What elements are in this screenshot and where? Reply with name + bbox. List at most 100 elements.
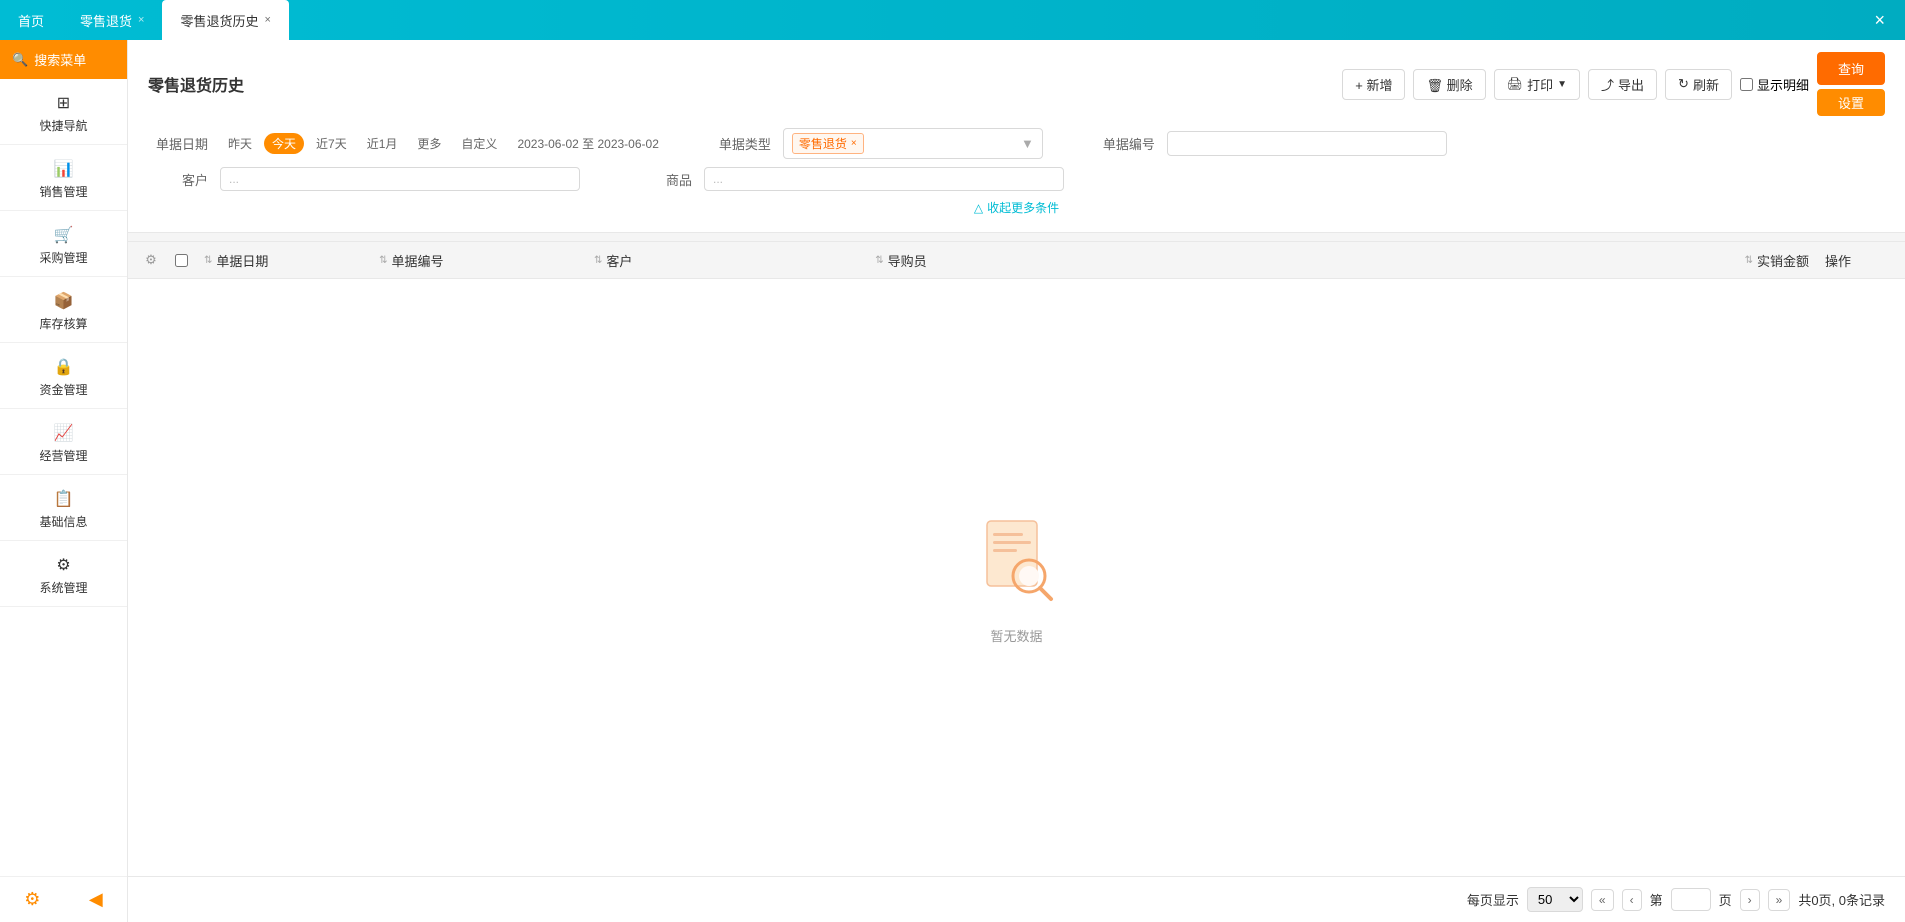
type-dropdown-icon: ▼ [1021,136,1034,151]
tab-retail-return[interactable]: 零售退货 × [62,0,162,40]
capital-mgmt-icon: 🔒 [54,357,74,377]
sidebar-item-purchase-mgmt[interactable]: 🛒 采购管理 [0,211,127,277]
th-ops: 操作 [1817,251,1897,270]
sidebar-item-capital-mgmt-label: 资金管理 [39,381,87,398]
page-size-select[interactable]: 50 100 200 [1527,887,1583,912]
setting-button[interactable]: 设置 [1817,89,1885,116]
sidebar-item-sales-mgmt[interactable]: 📊 销售管理 [0,145,127,211]
th-guide[interactable]: ⇅ 导购员 [867,251,1016,270]
date-btn-last7[interactable]: 近7天 [308,133,355,154]
tab-retail-return-history[interactable]: 零售退货历史 × [162,0,288,40]
select-all-checkbox[interactable] [175,254,188,267]
collapse-label: 收起更多条件 [987,199,1059,216]
sidebar-item-purchase-mgmt-label: 采购管理 [39,249,87,266]
date-btn-custom[interactable]: 自定义 [453,133,505,154]
date-btn-last1m[interactable]: 近1月 [359,133,406,154]
tab-retail-return-close[interactable]: × [138,14,144,26]
th-date-sort-icon: ⇅ [204,255,212,266]
prev-page-button[interactable]: ‹ [1622,889,1642,911]
refresh-icon: ↻ [1678,76,1689,92]
goods-placeholder: ... [713,172,723,186]
th-ops-label: 操作 [1825,251,1851,270]
th-guide-sort-icon: ⇅ [875,255,883,266]
th-amount-label: 实销金额 [1757,251,1809,270]
date-btn-yesterday[interactable]: 昨天 [220,133,260,154]
last-page-button[interactable]: » [1768,889,1791,911]
sidebar-item-base-info-label: 基础信息 [39,513,87,530]
page-unit: 页 [1719,890,1732,909]
delete-button[interactable]: 🗑 删除 [1413,69,1485,100]
th-amount[interactable]: ⇅ 实销金额 [1695,251,1817,270]
sidebar-settings-btn[interactable]: ⚙ [24,889,40,910]
sidebar-item-quick-nav[interactable]: ⊞ 快捷导航 [0,79,127,145]
sidebar-item-inventory-calc[interactable]: 📦 库存核算 [0,277,127,343]
base-info-icon: 📋 [54,489,74,509]
type-tag: 零售退货 × [792,133,864,154]
date-range-display: 2023-06-02 至 2023-06-02 [517,135,658,152]
sys-mgmt-icon: ⚙ [54,555,74,575]
toolbar: + 新增 🗑 删除 🖨 🖨 打印 打印 ▼ ⤴ 导出 ↻ 刷新 [1342,52,1885,116]
sidebar-bottom: ⚙ ◀ [0,876,127,922]
th-checkbox[interactable] [166,254,196,267]
tab-home[interactable]: 首页 [0,0,62,40]
export-icon: ⤴ [1601,75,1614,94]
th-amount-sort-icon: ⇅ [1745,255,1753,266]
export-button[interactable]: ⤴ 导出 [1588,69,1657,100]
sidebar-item-inventory-calc-label: 库存核算 [39,315,87,332]
page-header: 零售退货历史 + 新增 🗑 删除 🖨 🖨 打印 打印 ▼ ⤴ 导出 [128,40,1905,233]
first-page-button[interactable]: « [1591,889,1614,911]
tab-home-label: 首页 [18,11,44,30]
collapse-button[interactable]: △ 收起更多条件 [148,199,1885,216]
goods-select[interactable]: ... [704,167,1064,191]
purchase-mgmt-icon: 🛒 [54,225,74,245]
pagination: 每页显示 50 100 200 « ‹ 第 1 页 › » 共0页, 0条记录 [128,876,1905,922]
date-btn-today[interactable]: 今天 [264,133,304,154]
display-detail-input[interactable] [1740,78,1753,91]
sidebar-item-sales-mgmt-label: 销售管理 [39,183,87,200]
tab-retail-return-history-label: 零售退货历史 [180,11,258,30]
print-chevron-icon: ▼ [1557,79,1567,90]
sidebar-item-capital-mgmt[interactable]: 🔒 资金管理 [0,343,127,409]
collapse-arrow-icon: △ [974,201,983,215]
type-select[interactable]: 零售退货 × ▼ [783,128,1043,159]
sidebar-item-ops-mgmt[interactable]: 📈 经营管理 [0,409,127,475]
th-customer-sort-icon: ⇅ [594,255,602,266]
sidebar-item-sys-mgmt[interactable]: ⚙ 系统管理 [0,541,127,607]
sidebar-search-label: 搜索菜单 [34,50,86,69]
th-date[interactable]: ⇅ 单据日期 [196,251,371,270]
th-code[interactable]: ⇅ 单据编号 [371,251,586,270]
sidebar-item-base-info[interactable]: 📋 基础信息 [0,475,127,541]
next-page-button[interactable]: › [1740,889,1760,911]
th-settings-icon[interactable]: ⚙ [136,252,166,268]
filter-area: 单据日期 昨天 今天 近7天 近1月 更多 自定义 2023-06-02 至 2… [148,128,1885,232]
print-button[interactable]: 🖨 🖨 打印 打印 ▼ [1494,69,1580,100]
th-guide-label: 导购员 [888,251,927,270]
empty-text: 暂无数据 [990,626,1042,645]
tab-retail-return-history-close[interactable]: × [264,14,270,26]
sidebar-search[interactable]: 🔍 搜索菜单 [0,40,127,79]
query-button[interactable]: 查询 [1817,52,1885,85]
total-label: 共0页, 0条记录 [1798,890,1885,909]
sales-mgmt-icon: 📊 [54,159,74,179]
date-filter-label: 单据日期 [148,134,208,153]
type-tag-close[interactable]: × [851,138,857,149]
customer-select[interactable]: ... [220,167,580,191]
sidebar-toggle-btn[interactable]: ◀ [89,889,103,910]
top-bar: 首页 零售退货 × 零售退货历史 × × [0,0,1905,40]
page-input[interactable]: 1 [1671,888,1711,911]
th-code-sort-icon: ⇅ [379,255,387,266]
goods-filter-label: 商品 [632,170,692,189]
refresh-button[interactable]: ↻ 刷新 [1665,69,1732,100]
date-btn-more[interactable]: 更多 [409,133,449,154]
page-label: 第 [1650,890,1663,909]
empty-illustration [967,511,1067,614]
th-customer[interactable]: ⇅ 客户 [586,251,867,270]
new-button[interactable]: + 新增 [1342,69,1405,100]
search-icon: 🔍 [12,52,28,68]
window-close-icon[interactable]: × [1866,6,1893,35]
tab-retail-return-label: 零售退货 [80,11,132,30]
display-detail-checkbox[interactable]: 显示明细 [1740,75,1809,94]
code-filter-input[interactable] [1167,131,1447,156]
layout: 🔍 搜索菜单 ⊞ 快捷导航 📊 销售管理 🛒 采购管理 📦 库存核算 🔒 资金管… [0,40,1905,922]
sidebar: 🔍 搜索菜单 ⊞ 快捷导航 📊 销售管理 🛒 采购管理 📦 库存核算 🔒 资金管… [0,40,128,922]
